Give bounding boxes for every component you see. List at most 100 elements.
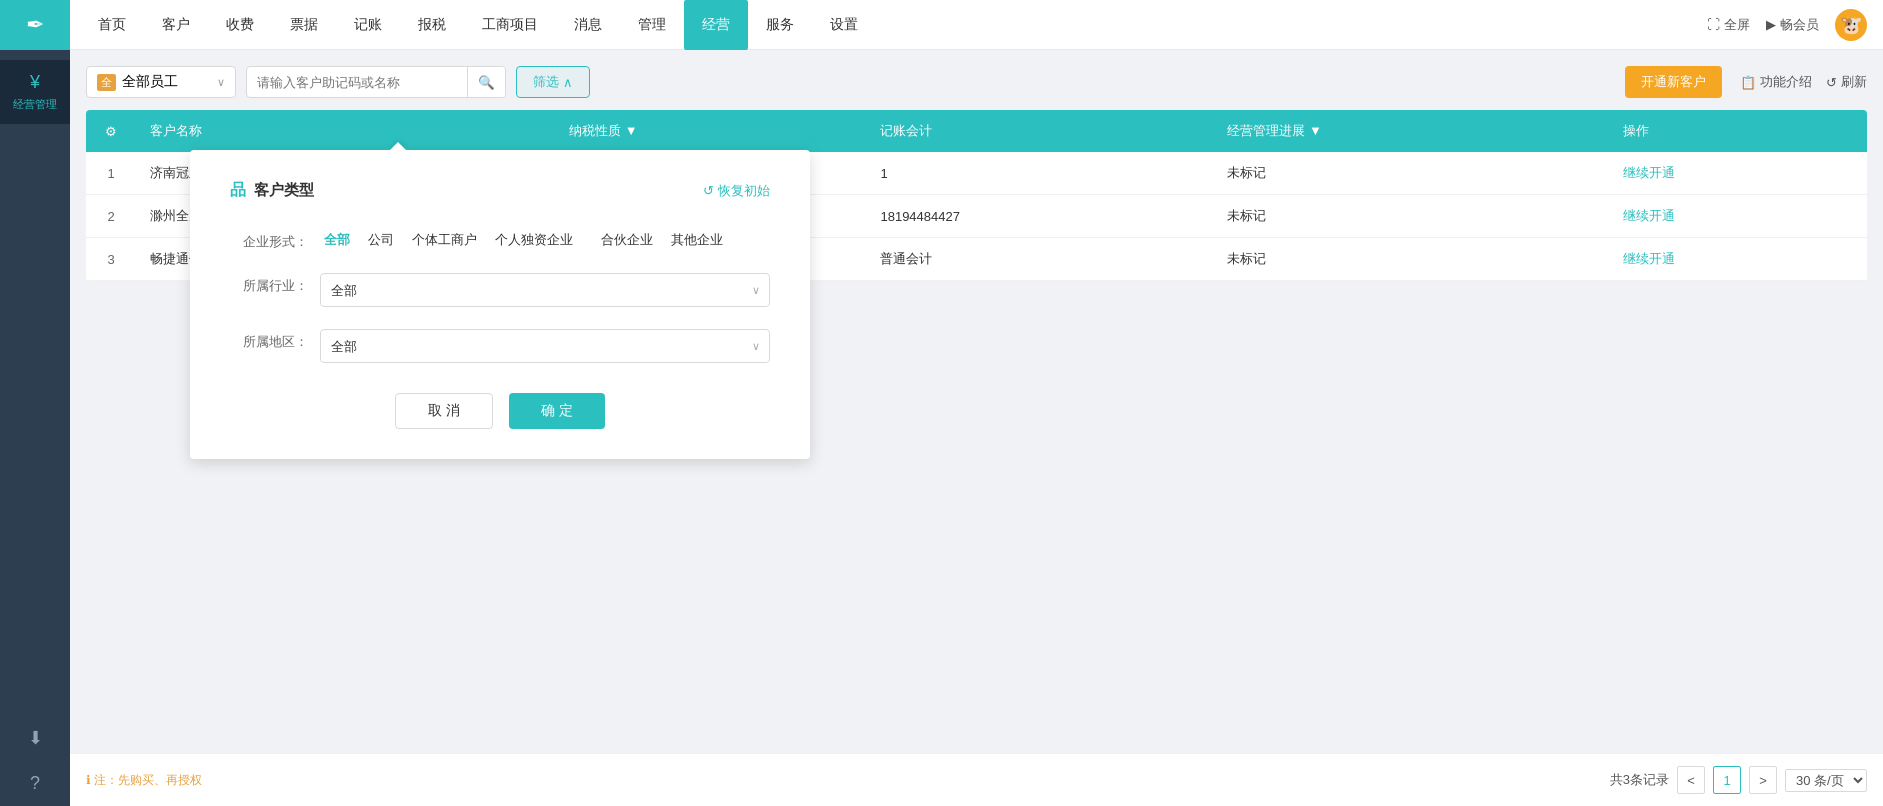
dropdown-arrow-icon: ∨ xyxy=(217,76,225,89)
th-settings[interactable]: ⚙ xyxy=(86,110,136,152)
refresh-icon: ↺ xyxy=(1826,75,1837,90)
nav-right: ⛶ 全屏 ▶ 畅会员 🐮 xyxy=(1707,9,1867,41)
page-size-select[interactable]: 30 条/页 xyxy=(1785,769,1867,792)
filter-title-icon: 品 xyxy=(230,180,246,201)
filter-panel-title: 品 客户类型 xyxy=(230,180,314,201)
option-sole-proprietorship[interactable]: 个人独资企业 xyxy=(491,229,577,251)
table-footer: ℹ 注：先购买、再授权 共3条记录 < 1 > 30 条/页 xyxy=(70,753,1883,806)
reset-button[interactable]: ↺ 恢复初始 xyxy=(703,182,770,200)
toolbar: 全 全部员工 ∨ 🔍 筛选 ∧ 开通新客户 📋 功能介绍 ↺ 刷新 xyxy=(86,66,1867,98)
download-icon: ⬇ xyxy=(28,727,43,749)
filter-panel-footer: 取 消 确 定 xyxy=(230,393,770,429)
industry-select-wrapper: 全部 ∨ xyxy=(320,273,770,307)
th-accountant: 记账会计 xyxy=(866,110,1213,152)
note-text: 注：先购买、再授权 xyxy=(94,773,202,787)
option-company[interactable]: 公司 xyxy=(364,229,398,251)
th-action: 操作 xyxy=(1609,110,1867,152)
avatar[interactable]: 🐮 xyxy=(1835,9,1867,41)
industry-row: 所属行业： 全部 ∨ xyxy=(230,273,770,307)
option-individual-business[interactable]: 个体工商户 xyxy=(408,229,481,251)
nav-business[interactable]: 工商项目 xyxy=(464,0,556,50)
refresh-btn[interactable]: ↺ 刷新 xyxy=(1826,73,1867,91)
toolbar-right: 📋 功能介绍 ↺ 刷新 xyxy=(1740,73,1867,91)
nav-tax[interactable]: 报税 xyxy=(400,0,464,50)
footer-note: ℹ 注：先购买、再授权 xyxy=(86,772,202,789)
employee-tag: 全 xyxy=(97,74,116,91)
th-progress[interactable]: 经营管理进展 ▼ xyxy=(1213,110,1608,152)
next-page-button[interactable]: > xyxy=(1749,766,1777,794)
nav-settings[interactable]: 设置 xyxy=(812,0,876,50)
enterprise-form-options: 全部 公司 个体工商户 个人独资企业 合伙企业 其他企业 xyxy=(320,229,770,251)
nav-manage[interactable]: 管理 xyxy=(620,0,684,50)
nav-invoice[interactable]: 票据 xyxy=(272,0,336,50)
nav-items: 首页 客户 收费 票据 记账 报税 工商项目 消息 管理 经营 服务 设置 xyxy=(80,0,1707,50)
filter-button[interactable]: 筛选 ∧ xyxy=(516,66,590,98)
search-box: 🔍 xyxy=(246,66,506,98)
new-customer-button[interactable]: 开通新客户 xyxy=(1625,66,1722,98)
vip-label: 畅会员 xyxy=(1780,16,1819,34)
th-tax-type[interactable]: 纳税性质 ▼ xyxy=(555,110,866,152)
nav-fee[interactable]: 收费 xyxy=(208,0,272,50)
fullscreen-icon: ⛶ xyxy=(1707,17,1720,32)
settings-icon: ⚙ xyxy=(105,124,117,139)
top-navigation: ✒ 首页 客户 收费 票据 记账 报税 工商项目 消息 管理 经营 服务 设置 … xyxy=(0,0,1883,50)
row2-action: 继续开通 xyxy=(1609,195,1867,238)
current-page-button[interactable]: 1 xyxy=(1713,766,1741,794)
option-partnership[interactable]: 合伙企业 xyxy=(597,229,657,251)
vip-btn[interactable]: ▶ 畅会员 xyxy=(1766,16,1819,34)
cancel-button[interactable]: 取 消 xyxy=(395,393,493,429)
table-header-row: ⚙ 客户名称 纳税性质 ▼ 记账会计 经营管理进展 ▼ 操作 xyxy=(86,110,1867,152)
sidebar: ¥ 经营管理 ⬇ ? xyxy=(0,50,70,806)
row2-accountant: 18194484427 xyxy=(866,195,1213,238)
filter-arrow-icon: ∧ xyxy=(563,75,573,90)
sidebar-item-operation[interactable]: ¥ 经营管理 xyxy=(0,60,70,124)
function-intro-label: 功能介绍 xyxy=(1760,73,1812,91)
refresh-label: 刷新 xyxy=(1841,73,1867,91)
nav-service[interactable]: 服务 xyxy=(748,0,812,50)
filter-title-text: 客户类型 xyxy=(254,181,314,200)
confirm-button[interactable]: 确 定 xyxy=(509,393,605,429)
row1-index: 1 xyxy=(86,152,136,195)
sidebar-item-help[interactable]: ? xyxy=(28,761,43,806)
row2-action-link[interactable]: 继续开通 xyxy=(1623,208,1675,223)
region-label: 所属地区： xyxy=(230,329,320,351)
function-intro-btn[interactable]: 📋 功能介绍 xyxy=(1740,73,1812,91)
row1-action: 继续开通 xyxy=(1609,152,1867,195)
row3-action-link[interactable]: 继续开通 xyxy=(1623,251,1675,266)
main-content: 全 全部员工 ∨ 🔍 筛选 ∧ 开通新客户 📋 功能介绍 ↺ 刷新 xyxy=(70,50,1883,806)
row1-action-link[interactable]: 继续开通 xyxy=(1623,165,1675,180)
reset-label: 恢复初始 xyxy=(718,182,770,200)
row1-accountant: 1 xyxy=(866,152,1213,195)
row2-index: 2 xyxy=(86,195,136,238)
employee-label: 全部员工 xyxy=(122,73,178,91)
employee-select[interactable]: 全 全部员工 ∨ xyxy=(86,66,236,98)
enterprise-form-row: 企业形式： 全部 公司 个体工商户 个人独资企业 合伙企业 其他企业 xyxy=(230,229,770,251)
search-button[interactable]: 🔍 xyxy=(467,66,505,98)
industry-label: 所属行业： xyxy=(230,273,320,295)
nav-customer[interactable]: 客户 xyxy=(144,0,208,50)
th-name: 客户名称 xyxy=(136,110,555,152)
industry-select[interactable]: 全部 xyxy=(320,273,770,307)
option-other[interactable]: 其他企业 xyxy=(667,229,727,251)
filter-panel: 品 客户类型 ↺ 恢复初始 企业形式： 全部 公司 个体工商户 个人独资企业 合… xyxy=(190,150,810,459)
search-input[interactable] xyxy=(247,75,467,90)
note-icon: ℹ xyxy=(86,773,91,787)
row3-index: 3 xyxy=(86,238,136,281)
region-select[interactable]: 全部 xyxy=(320,329,770,363)
nav-operation[interactable]: 经营 xyxy=(684,0,748,50)
sidebar-item-download[interactable]: ⬇ xyxy=(28,715,43,761)
nav-message[interactable]: 消息 xyxy=(556,0,620,50)
filter-panel-header: 品 客户类型 ↺ 恢复初始 xyxy=(230,180,770,201)
region-select-wrapper: 全部 ∨ xyxy=(320,329,770,363)
sidebar-bottom: ⬇ ? xyxy=(28,715,43,806)
nav-bookkeeping[interactable]: 记账 xyxy=(336,0,400,50)
prev-page-button[interactable]: < xyxy=(1677,766,1705,794)
logo-icon: ✒ xyxy=(26,12,44,38)
row3-accountant: 普通会计 xyxy=(866,238,1213,281)
help-icon: ? xyxy=(30,773,40,794)
row1-progress: 未标记 xyxy=(1213,152,1608,195)
fullscreen-btn[interactable]: ⛶ 全屏 xyxy=(1707,16,1750,34)
nav-home[interactable]: 首页 xyxy=(80,0,144,50)
sidebar-item-label: 经营管理 xyxy=(13,97,57,112)
option-all[interactable]: 全部 xyxy=(320,229,354,251)
